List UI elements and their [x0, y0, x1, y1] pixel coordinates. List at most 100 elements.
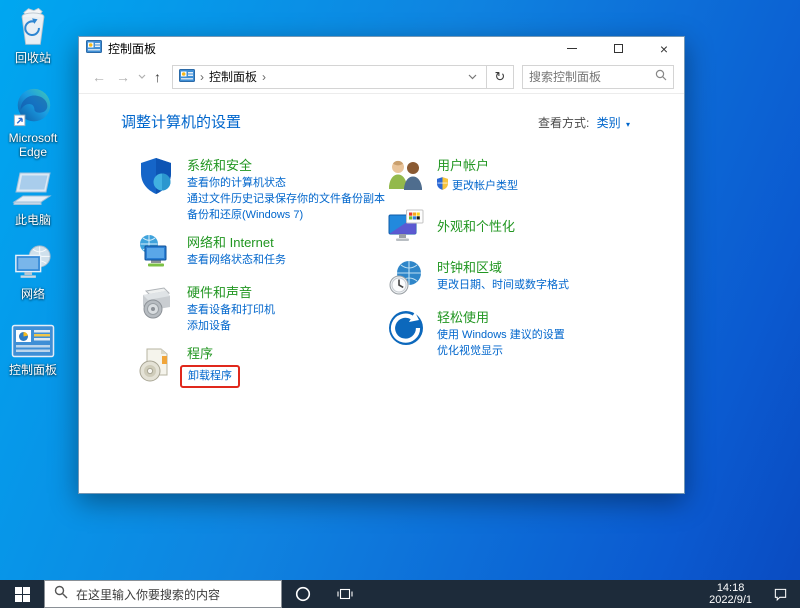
address-bar: ← → ↑ › 控制面板 › ↻ 搜索控制面板 — [79, 60, 684, 94]
recent-pages-chevron-icon[interactable] — [135, 74, 149, 79]
programs-icon[interactable] — [136, 344, 176, 384]
refresh-icon: ↻ — [495, 69, 506, 85]
view-by-dropdown-icon[interactable]: ▾ — [626, 120, 630, 129]
task-view-icon — [337, 586, 353, 602]
task-link[interactable]: 查看设备和打印机 — [187, 303, 275, 318]
category-ease-of-access: 轻松使用使用 Windows 建议的设置优化视觉显示 — [386, 308, 656, 359]
minimize-button[interactable] — [552, 37, 592, 60]
task-link[interactable]: 查看你的计算机状态 — [187, 176, 385, 191]
search-control-panel-input[interactable]: 搜索控制面板 — [522, 65, 674, 89]
recycle-bin-icon — [13, 4, 53, 48]
address-dropdown-icon[interactable] — [465, 74, 480, 80]
network-desktop-icon — [11, 240, 55, 284]
category-title-link[interactable]: 程序 — [187, 345, 240, 363]
system-security-icon[interactable] — [136, 156, 176, 196]
view-by-label: 查看方式: — [538, 116, 589, 130]
taskbar-search-placeholder: 在这里输入你要搜索的内容 — [76, 586, 220, 603]
taskbar-search-icon — [54, 585, 68, 604]
breadcrumb-app-icon — [179, 69, 195, 85]
control-panel-window-icon — [86, 40, 102, 58]
task-link[interactable]: 更改帐户类型 — [452, 179, 518, 194]
desktop-icon-label: 此电脑 — [15, 213, 51, 227]
category-title-link[interactable]: 用户帐户 — [437, 157, 518, 175]
control-panel-home: 调整计算机的设置 查看方式: 类别 ▾ 系统和安全查看你的计算机状态通过文件历史… — [79, 94, 684, 493]
network-internet-icon[interactable] — [136, 233, 176, 273]
ease-icon[interactable] — [386, 308, 426, 348]
back-icon[interactable]: ← — [87, 70, 111, 84]
category-hardware-sound: 硬件和声音查看设备和打印机添加设备 — [136, 283, 386, 334]
category-title-link[interactable]: 网络和 Internet — [187, 234, 286, 252]
minimize-icon — [567, 48, 577, 49]
task-link[interactable]: 备份和还原(Windows 7) — [187, 208, 385, 223]
task-link-highlighted[interactable]: 卸载程序 — [180, 365, 240, 388]
task-view-button[interactable] — [324, 580, 366, 608]
uac-shield-icon — [437, 177, 448, 195]
category-title-link[interactable]: 硬件和声音 — [187, 284, 275, 302]
view-by: 查看方式: 类别 ▾ — [538, 114, 630, 131]
address-field[interactable]: › 控制面板 › — [172, 65, 487, 89]
up-icon[interactable]: ↑ — [149, 70, 166, 84]
desktop-icon-network[interactable]: 网络 — [0, 240, 66, 301]
desktop-icon-label: 网络 — [21, 287, 45, 301]
clock-region-icon[interactable] — [386, 258, 426, 298]
category-appearance-personalization: 外观和个性化 — [386, 206, 656, 246]
page-title: 调整计算机的设置 — [121, 111, 241, 132]
windows-logo-icon — [15, 587, 30, 602]
task-link[interactable]: 优化视觉显示 — [437, 344, 565, 359]
cortana-icon — [295, 586, 311, 602]
desktop-icon-control-panel[interactable]: 控制面板 — [0, 316, 66, 377]
desktop-icon-label: 回收站 — [15, 51, 51, 65]
task-link[interactable]: 添加设备 — [187, 319, 275, 334]
cortana-button[interactable] — [282, 580, 324, 608]
action-center-icon — [773, 587, 788, 602]
category-network-internet: 网络和 Internet查看网络状态和任务 — [136, 233, 386, 273]
category-title-link[interactable]: 时钟和区域 — [437, 259, 569, 277]
task-link[interactable]: 通过文件历史记录保存你的文件备份副本 — [187, 192, 385, 207]
view-by-value-link[interactable]: 类别 — [597, 116, 621, 130]
taskbar-search-input[interactable]: 在这里输入你要搜索的内容 — [44, 580, 282, 608]
window-title: 控制面板 — [108, 40, 156, 57]
category-title-link[interactable]: 系统和安全 — [187, 157, 385, 175]
edge-icon — [12, 84, 54, 128]
desktop-icon-label: 控制面板 — [9, 363, 57, 377]
taskbar-clock[interactable]: 14:18 2022/9/1 — [701, 580, 760, 608]
start-button[interactable] — [0, 580, 44, 608]
task-link[interactable]: 查看网络状态和任务 — [187, 253, 286, 268]
category-system-security: 系统和安全查看你的计算机状态通过文件历史记录保存你的文件备份副本备份和还原(Wi… — [136, 156, 386, 223]
desktop-icon-this-pc[interactable]: 此电脑 — [0, 166, 66, 227]
search-placeholder: 搜索控制面板 — [529, 68, 651, 85]
title-bar[interactable]: 控制面板 × — [79, 37, 684, 60]
hardware-sound-icon[interactable] — [136, 283, 176, 323]
user-accounts-icon[interactable] — [386, 156, 426, 196]
this-pc-icon — [11, 166, 55, 210]
control-panel-window: 控制面板 × ← → ↑ › 控制面板 › ↻ 搜索控制面板 调整计算机的设置 … — [78, 36, 685, 494]
breadcrumb-separator: › — [200, 70, 204, 84]
personalization-icon[interactable] — [386, 206, 426, 246]
breadcrumb[interactable]: 控制面板 — [209, 68, 257, 85]
category-title-link[interactable]: 轻松使用 — [437, 309, 565, 327]
desktop-icon-label: Microsoft Edge — [0, 131, 66, 159]
close-icon: × — [660, 42, 668, 56]
category-user-accounts: 用户帐户更改帐户类型 — [386, 156, 656, 196]
close-button[interactable]: × — [644, 37, 684, 60]
breadcrumb-separator[interactable]: › — [262, 70, 266, 84]
action-center-button[interactable] — [760, 580, 800, 608]
category-title-link[interactable]: 外观和个性化 — [437, 218, 515, 236]
search-icon — [655, 68, 667, 86]
maximize-icon — [614, 44, 623, 53]
control-panel-icon — [11, 316, 55, 360]
maximize-button[interactable] — [598, 37, 638, 60]
task-link[interactable]: 使用 Windows 建议的设置 — [437, 328, 565, 343]
refresh-button[interactable]: ↻ — [486, 65, 514, 89]
taskbar: 在这里输入你要搜索的内容 14:18 2022/9/1 — [0, 580, 800, 608]
category-clock-region: 时钟和区域更改日期、时间或数字格式 — [386, 258, 656, 298]
category-programs: 程序卸载程序 — [136, 344, 386, 388]
forward-icon[interactable]: → — [111, 70, 135, 84]
clock-date: 2022/9/1 — [709, 594, 752, 606]
task-link[interactable]: 更改日期、时间或数字格式 — [437, 278, 569, 293]
clock-time: 14:18 — [717, 582, 745, 594]
desktop-icon-recycle-bin[interactable]: 回收站 — [0, 4, 66, 65]
desktop-icon-edge[interactable]: Microsoft Edge — [0, 84, 66, 159]
categories-right-column: 用户帐户更改帐户类型 外观和个性化 时钟和区域更改日期、时间或数字格式 轻松使用… — [386, 156, 656, 398]
categories-left-column: 系统和安全查看你的计算机状态通过文件历史记录保存你的文件备份副本备份和还原(Wi… — [136, 156, 386, 398]
